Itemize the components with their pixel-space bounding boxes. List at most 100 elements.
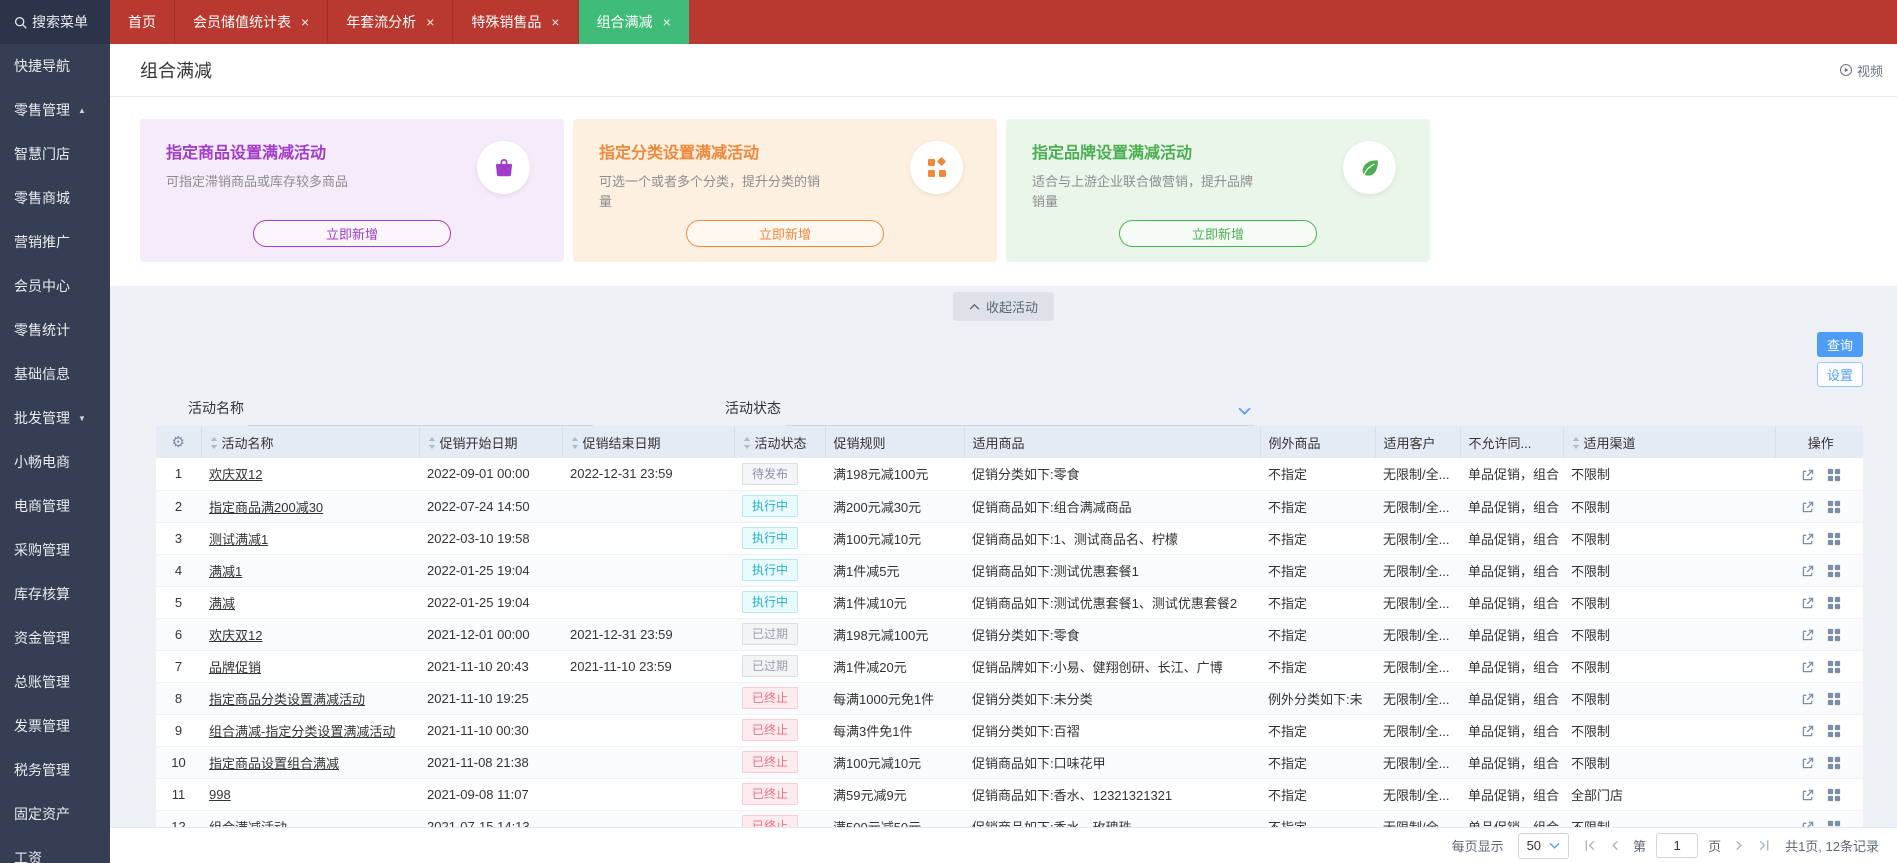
activity-name-input[interactable] [248, 396, 593, 426]
sidebar-item[interactable]: 电商管理 [0, 484, 110, 528]
sidebar-item[interactable]: 库存核算 [0, 572, 110, 616]
export-icon[interactable] [1801, 596, 1815, 610]
export-icon[interactable] [1801, 532, 1815, 546]
column-header-end[interactable]: 促销结束日期 [562, 426, 735, 458]
add-now-button[interactable]: 立即新增 [253, 220, 451, 247]
sidebar-item[interactable]: 智慧门店 [0, 132, 110, 176]
grid-icon[interactable] [1827, 628, 1841, 642]
cell-customer: 无限制/全... [1375, 522, 1460, 555]
activity-status-select[interactable] [785, 396, 1255, 426]
first-page-button[interactable] [1583, 838, 1598, 853]
grid-icon[interactable] [1827, 724, 1841, 738]
export-icon[interactable] [1801, 724, 1815, 738]
export-icon[interactable] [1801, 788, 1815, 802]
grid-icon[interactable] [1827, 564, 1841, 578]
cell-goods: 促销商品如下:测试优惠套餐1、测试优惠套餐2 [964, 586, 1260, 619]
add-now-button[interactable]: 立即新增 [1119, 220, 1317, 247]
sidebar-item[interactable]: 搜索菜单 [0, 0, 110, 44]
sidebar-item[interactable]: 批发管理 ▼ [0, 396, 110, 440]
grid-icon[interactable] [1827, 468, 1841, 482]
page-input[interactable] [1656, 833, 1699, 858]
export-icon[interactable] [1801, 468, 1815, 482]
activity-name-link[interactable]: 欢庆双12 [209, 467, 262, 482]
tab-item[interactable]: 首页 [110, 0, 175, 44]
column-header-name[interactable]: 活动名称 [201, 426, 420, 458]
activity-name-link[interactable]: 品牌促销 [209, 660, 261, 675]
sort-icon[interactable] [1572, 436, 1580, 449]
column-header-status[interactable]: 活动状态 [734, 426, 826, 458]
export-icon[interactable] [1801, 500, 1815, 514]
column-header-num[interactable]: ⚙ [156, 426, 202, 458]
sort-icon[interactable] [571, 436, 579, 449]
add-now-button[interactable]: 立即新增 [686, 220, 884, 247]
grid-icon[interactable] [1827, 532, 1841, 546]
grid-icon[interactable] [1827, 756, 1841, 770]
grid-icon[interactable] [1827, 820, 1841, 827]
export-icon[interactable] [1801, 820, 1815, 827]
close-tab-icon[interactable]: × [663, 15, 671, 29]
activity-name-link[interactable]: 指定商品满200减30 [209, 500, 323, 515]
video-link[interactable]: 视频 [1839, 61, 1883, 80]
collapse-activities-button[interactable]: 收起活动 [952, 291, 1054, 321]
settings-button[interactable]: 设置 [1817, 362, 1863, 387]
page-size-select[interactable]: 50 [1517, 832, 1570, 859]
activity-status-input[interactable] [785, 396, 1255, 426]
sidebar-item[interactable]: 零售管理 ▲ [0, 88, 110, 132]
tab-item[interactable]: 特殊销售品 × [453, 0, 579, 44]
gear-icon[interactable]: ⚙ [172, 434, 185, 451]
activity-name-link[interactable]: 测试满减1 [209, 532, 268, 547]
search-button[interactable]: 查询 [1817, 332, 1863, 357]
export-icon[interactable] [1801, 692, 1815, 706]
activity-name-link[interactable]: 组合满减-指定分类设置满减活动 [209, 724, 395, 739]
sidebar-item[interactable]: 税务管理 [0, 748, 110, 792]
cell-activity-name: 指定商品设置组合满减 [201, 746, 419, 779]
activity-name-link[interactable]: 组合满减活动 [209, 820, 287, 828]
export-icon[interactable] [1801, 564, 1815, 578]
tab-item[interactable]: 会员储值统计表 × [175, 0, 329, 44]
next-page-button[interactable] [1731, 838, 1746, 853]
column-header-channel[interactable]: 适用渠道 [1563, 426, 1776, 458]
last-page-button[interactable] [1756, 838, 1771, 853]
grid-icon[interactable] [1827, 660, 1841, 674]
sidebar-item-label: 营销推广 [14, 234, 70, 250]
grid-icon[interactable] [1827, 692, 1841, 706]
page-size-label: 每页显示 [1451, 839, 1504, 854]
export-icon[interactable] [1801, 628, 1815, 642]
sidebar-item[interactable]: 发票管理 [0, 704, 110, 748]
column-header-start[interactable]: 促销开始日期 [419, 426, 563, 458]
sidebar-item[interactable]: 采购管理 [0, 528, 110, 572]
activity-name-link[interactable]: 欢庆双12 [209, 628, 262, 643]
tab-item[interactable]: 年套流分析 × [328, 0, 454, 44]
sidebar-item[interactable]: 基础信息 [0, 352, 110, 396]
cell-goods: 促销商品如下:香水、玫瑰珠 [964, 810, 1260, 827]
sidebar-item[interactable]: 固定资产 [0, 792, 110, 836]
sidebar-item[interactable]: 零售统计 [0, 308, 110, 352]
sidebar-item[interactable]: 工资 [0, 836, 110, 863]
sidebar-item[interactable]: 营销推广 [0, 220, 110, 264]
activity-name-link[interactable]: 998 [209, 787, 231, 802]
sort-icon[interactable] [428, 436, 436, 449]
grid-icon[interactable] [1827, 500, 1841, 514]
sidebar-item[interactable]: 会员中心 [0, 264, 110, 308]
close-tab-icon[interactable]: × [426, 15, 434, 29]
sidebar-item[interactable]: 小畅电商 [0, 440, 110, 484]
tab-active[interactable]: 组合满减 × [578, 0, 689, 44]
export-icon[interactable] [1801, 756, 1815, 770]
activity-name-link[interactable]: 满减 [209, 596, 235, 611]
close-tab-icon[interactable]: × [301, 15, 309, 29]
sidebar-item[interactable]: 资金管理 [0, 616, 110, 660]
export-icon[interactable] [1801, 660, 1815, 674]
activity-name-link[interactable]: 指定商品分类设置满减活动 [209, 692, 365, 707]
sidebar-item-label: 总账管理 [14, 674, 70, 690]
activity-name-link[interactable]: 满减1 [209, 564, 242, 579]
sidebar-item[interactable]: 快捷导航 [0, 44, 110, 88]
grid-icon[interactable] [1827, 596, 1841, 610]
sidebar-item[interactable]: 总账管理 [0, 660, 110, 704]
sidebar-item[interactable]: 零售商城 [0, 176, 110, 220]
grid-icon[interactable] [1827, 788, 1841, 802]
sort-icon[interactable] [743, 436, 751, 449]
activity-name-link[interactable]: 指定商品设置组合满减 [209, 756, 339, 771]
sort-icon[interactable] [210, 436, 218, 449]
prev-page-button[interactable] [1608, 838, 1623, 853]
close-tab-icon[interactable]: × [551, 15, 559, 29]
